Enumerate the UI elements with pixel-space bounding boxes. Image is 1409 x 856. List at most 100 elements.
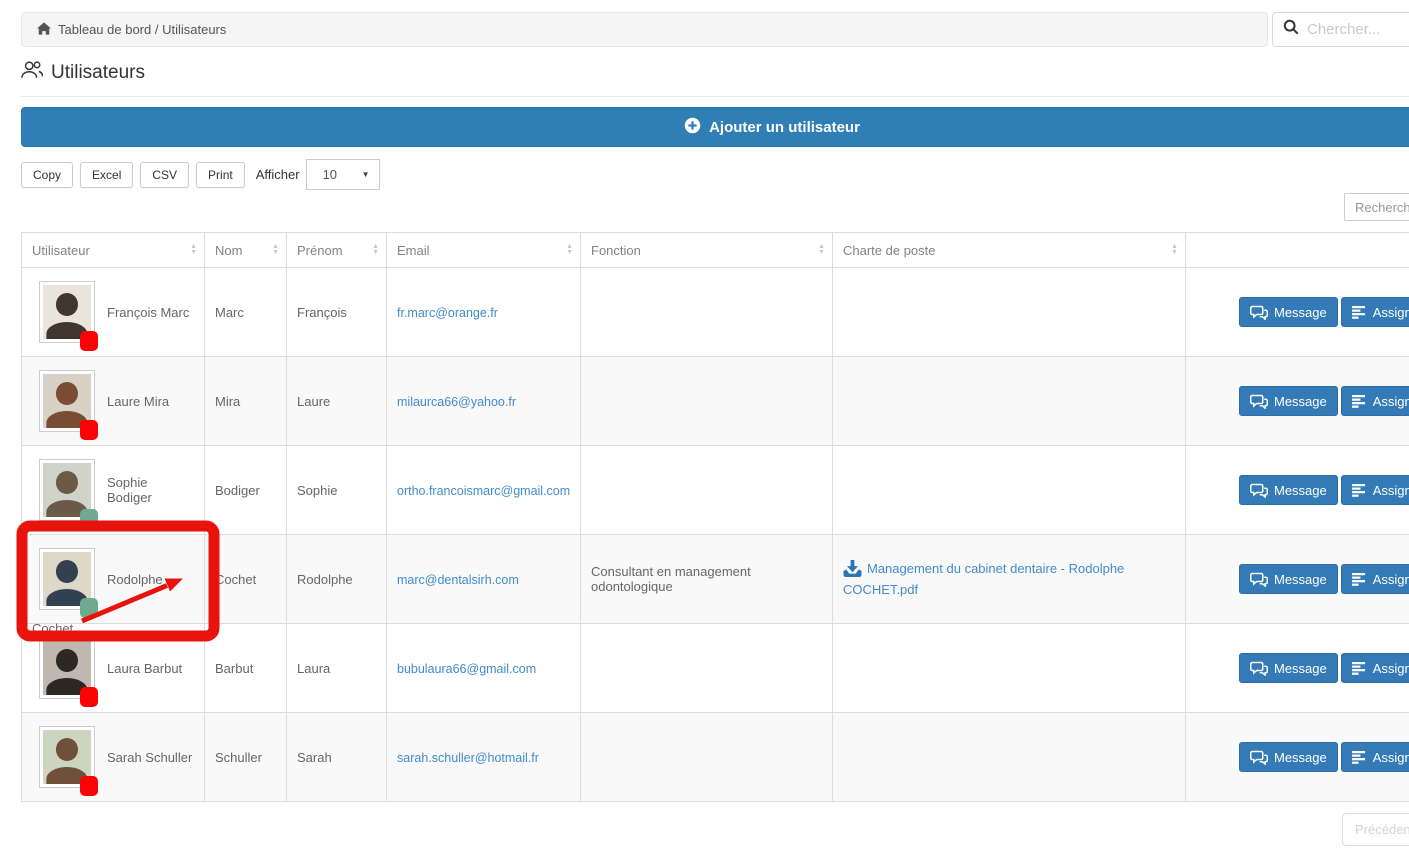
- table-toolbar: Copy Excel CSV Print Afficher 10 ▼: [21, 159, 380, 190]
- breadcrumb[interactable]: Tableau de bord / Utilisateurs: [21, 12, 1268, 47]
- message-button[interactable]: Message: [1239, 564, 1338, 594]
- prenom-cell: Laura: [286, 623, 387, 713]
- message-button[interactable]: Message: [1239, 297, 1338, 327]
- assign-list-icon: [1351, 483, 1365, 497]
- table-search-text: Recherch: [1355, 199, 1409, 215]
- page-length-value: 10: [322, 167, 338, 182]
- pagination-previous-button[interactable]: Précédent: [1342, 813, 1409, 846]
- message-icon: [1250, 305, 1268, 320]
- actions-cell: Message Assigner: [1185, 445, 1409, 535]
- sort-arrows-icon: ▲ ▼: [566, 243, 573, 256]
- nom-cell: Barbut: [204, 623, 287, 713]
- email-link[interactable]: fr.marc@orange.fr: [397, 306, 498, 320]
- column-header-fonction[interactable]: Fonction ▲ ▼: [580, 232, 833, 268]
- prenom-cell: Rodolphe: [286, 534, 387, 624]
- message-icon: [1250, 483, 1268, 498]
- user-display-name: Laura Barbut: [107, 660, 183, 676]
- email-cell: sarah.schuller@hotmail.fr: [386, 712, 581, 802]
- table-header-row: Utilisateur ▲ ▼ Nom ▲ ▼ Prénom ▲ ▼ Email ▲ ▼ Fonctio…: [21, 232, 1409, 268]
- table-row: François Marc Marc François fr.marc@oran…: [21, 267, 1409, 357]
- message-button[interactable]: Message: [1239, 475, 1338, 505]
- table-search-input[interactable]: Recherch: [1344, 193, 1409, 221]
- fonction-cell: [580, 623, 833, 713]
- assign-list-icon: [1351, 750, 1365, 764]
- message-icon: [1250, 394, 1268, 409]
- status-badge: [80, 687, 98, 707]
- fonction-cell: [580, 356, 833, 446]
- user-display-name: Sarah Schuller: [107, 749, 193, 765]
- charte-cell: Management du cabinet dentaire - Rodolph…: [832, 534, 1186, 624]
- email-link[interactable]: ortho.francoismarc@gmail.com: [397, 484, 570, 498]
- avatar: [39, 726, 98, 796]
- status-badge: [80, 776, 98, 796]
- column-header-charte-de-poste[interactable]: Charte de poste ▲ ▼: [832, 232, 1186, 268]
- assign-button[interactable]: Assigner: [1340, 297, 1409, 327]
- global-search-input[interactable]: [1307, 21, 1409, 38]
- fonction-cell: Consultant en management odontologique: [580, 534, 833, 624]
- page-length-label: Afficher: [255, 167, 300, 182]
- assign-button[interactable]: Assigner: [1340, 653, 1409, 683]
- user-cell: François Marc: [32, 281, 194, 351]
- csv-button[interactable]: CSV: [140, 161, 190, 188]
- user-display-name: Laure Mira: [107, 393, 170, 409]
- email-cell: marc@dentalsirh.com: [386, 534, 581, 624]
- assign-list-icon: [1351, 661, 1365, 675]
- page-length-select[interactable]: 10 ▼: [305, 159, 380, 190]
- actions-cell: Message Assigner: [1185, 267, 1409, 357]
- user-display-name: Rodolphe: [107, 571, 163, 587]
- assign-button[interactable]: Assigner: [1340, 564, 1409, 594]
- users-table: Utilisateur ▲ ▼ Nom ▲ ▼ Prénom ▲ ▼ Email ▲ ▼ Fonctio…: [21, 232, 1409, 802]
- table-row: Rodolphe Cochet Cochet Rodolphe marc@den…: [21, 534, 1409, 636]
- column-header-actions: [1185, 232, 1409, 268]
- message-button[interactable]: Message: [1239, 386, 1338, 416]
- charte-cell: [832, 623, 1186, 713]
- user-cell: Sophie Bodiger: [32, 459, 194, 529]
- nom-cell: Marc: [204, 267, 287, 357]
- message-button[interactable]: Message: [1239, 742, 1338, 772]
- download-icon: [843, 560, 862, 577]
- copy-button[interactable]: Copy: [21, 161, 74, 188]
- email-link[interactable]: sarah.schuller@hotmail.fr: [397, 751, 539, 765]
- charte-cell: [832, 267, 1186, 357]
- global-search-box[interactable]: [1272, 12, 1409, 47]
- column-header-email[interactable]: Email ▲ ▼: [386, 232, 581, 268]
- fonction-cell: [580, 445, 833, 535]
- column-header-utilisateur[interactable]: Utilisateur ▲ ▼: [21, 232, 205, 268]
- nom-cell: Cochet: [204, 534, 287, 624]
- table-row: Sarah Schuller Schuller Sarah sarah.schu…: [21, 712, 1409, 802]
- assign-button[interactable]: Assigner: [1340, 386, 1409, 416]
- fonction-cell: [580, 267, 833, 357]
- assign-button[interactable]: Assigner: [1340, 475, 1409, 505]
- excel-button[interactable]: Excel: [80, 161, 134, 188]
- column-header-nom[interactable]: Nom ▲ ▼: [204, 232, 287, 268]
- email-link[interactable]: marc@dentalsirh.com: [397, 573, 519, 587]
- email-link[interactable]: bubulaura66@gmail.com: [397, 662, 536, 676]
- sort-arrows-icon: ▲ ▼: [190, 243, 197, 256]
- prenom-cell: Sarah: [286, 712, 387, 802]
- sort-arrows-icon: ▲ ▼: [272, 243, 279, 256]
- charte-pdf-link[interactable]: Management du cabinet dentaire - Rodolph…: [843, 560, 1124, 597]
- add-user-button[interactable]: Ajouter un utilisateur: [21, 107, 1409, 147]
- actions-cell: Message Assigner: [1185, 712, 1409, 802]
- table-row: Sophie Bodiger Bodiger Sophie ortho.fran…: [21, 445, 1409, 535]
- caret-down-icon: ▼: [361, 170, 370, 179]
- search-icon: [1283, 19, 1299, 40]
- plus-circle-icon: [684, 117, 701, 138]
- user-cell: Laura Barbut: [32, 637, 194, 707]
- nom-cell: Schuller: [204, 712, 287, 802]
- prenom-cell: Laure: [286, 356, 387, 446]
- assign-list-icon: [1351, 572, 1365, 586]
- assign-button[interactable]: Assigner: [1340, 742, 1409, 772]
- assign-list-icon: [1351, 305, 1365, 319]
- user-display-name-wrapped: Cochet: [32, 621, 74, 636]
- message-button[interactable]: Message: [1239, 653, 1338, 683]
- actions-cell: Message Assigner: [1185, 356, 1409, 446]
- avatar: [39, 548, 98, 618]
- user-cell: Rodolphe Cochet: [32, 548, 194, 636]
- message-icon: [1250, 661, 1268, 676]
- email-link[interactable]: milaurca66@yahoo.fr: [397, 395, 516, 409]
- print-button[interactable]: Print: [196, 161, 245, 188]
- add-user-label: Ajouter un utilisateur: [709, 118, 860, 136]
- column-header-prénom[interactable]: Prénom ▲ ▼: [286, 232, 387, 268]
- prenom-cell: Sophie: [286, 445, 387, 535]
